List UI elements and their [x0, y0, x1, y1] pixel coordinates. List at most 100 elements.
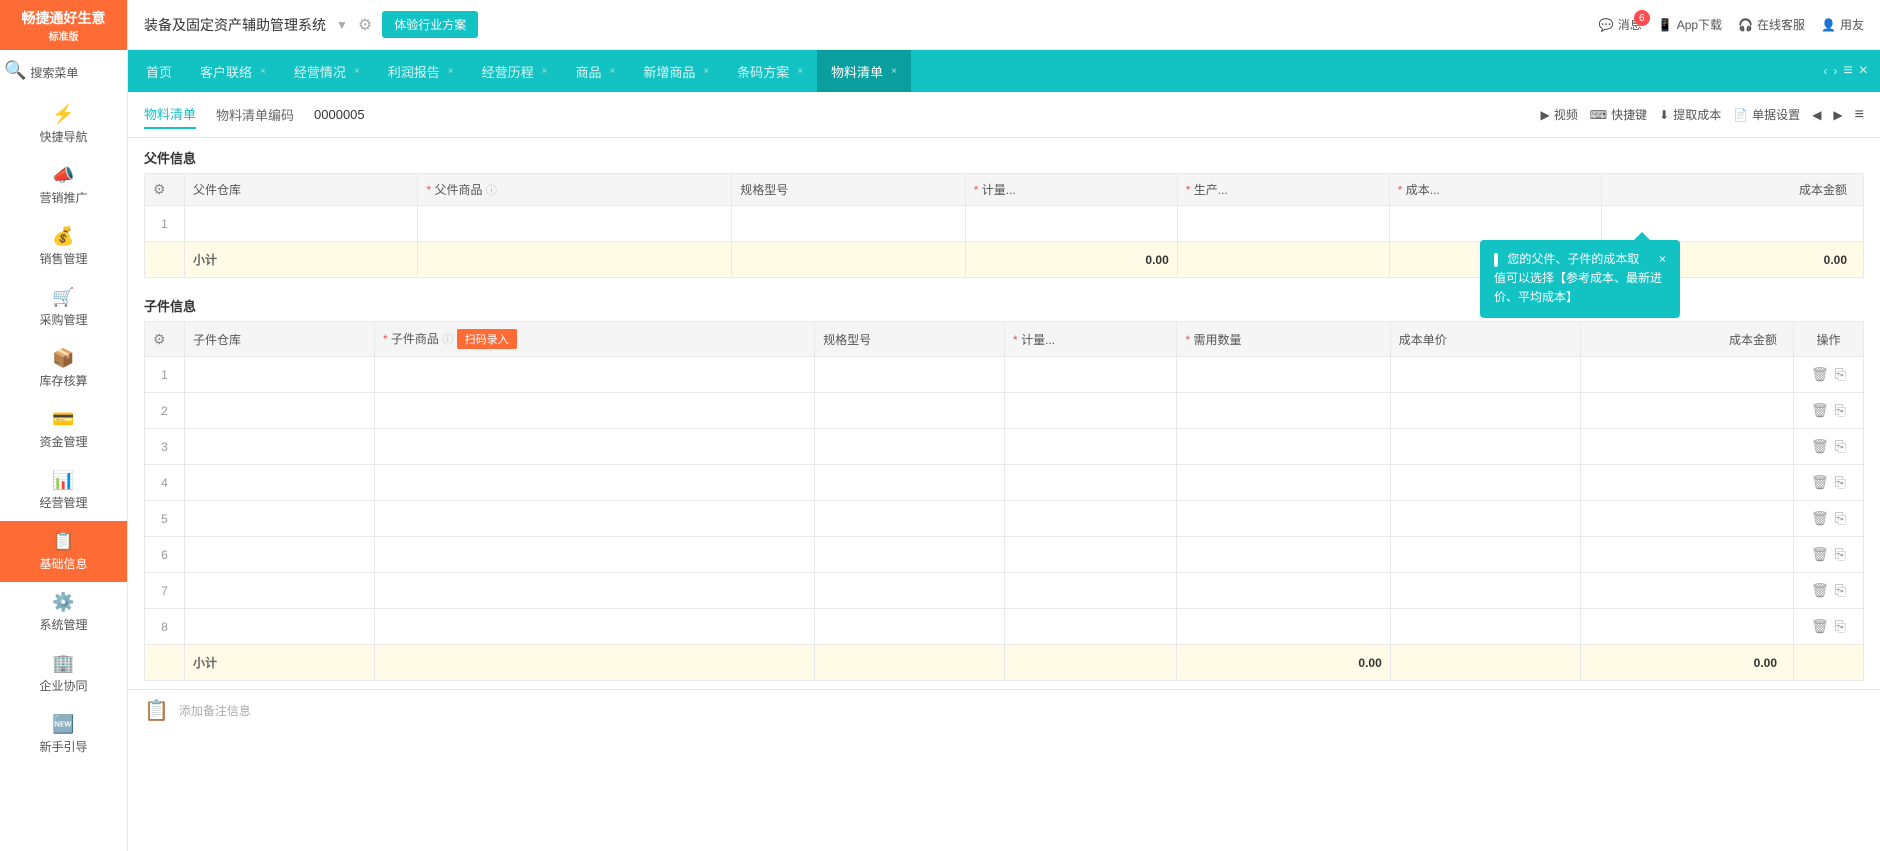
sidebar-item-quick-nav[interactable]: ⚡ 快捷导航	[0, 94, 127, 155]
child-unit-price-2[interactable]	[1390, 393, 1580, 429]
copy-icon-4[interactable]: ⎘	[1835, 474, 1846, 491]
child-unit-5[interactable]	[1005, 501, 1177, 537]
next-tab-icon[interactable]: ›	[1833, 64, 1837, 78]
child-warehouse-2[interactable]	[185, 393, 375, 429]
child-qty-1[interactable]	[1177, 357, 1390, 393]
copy-icon-5[interactable]: ⎘	[1835, 510, 1846, 527]
copy-icon-8[interactable]: ⎘	[1835, 618, 1846, 635]
copy-icon-1[interactable]: ⎘	[1835, 366, 1846, 383]
child-qty-6[interactable]	[1177, 537, 1390, 573]
child-qty-3[interactable]	[1177, 429, 1390, 465]
child-goods-3[interactable]	[374, 429, 814, 465]
delete-icon-1[interactable]: 🗑	[1811, 366, 1829, 383]
child-unit-3[interactable]	[1005, 429, 1177, 465]
child-spec-6[interactable]	[815, 537, 1005, 573]
child-unit-7[interactable]	[1005, 573, 1177, 609]
tab-goods-close[interactable]: ×	[609, 66, 615, 77]
sidebar-item-guide[interactable]: 🆕 新手引导	[0, 704, 127, 765]
child-warehouse-8[interactable]	[185, 609, 375, 645]
child-goods-7[interactable]	[374, 573, 814, 609]
delete-icon-5[interactable]: 🗑	[1811, 510, 1829, 527]
sidebar-item-sales[interactable]: 💰 销售管理	[0, 216, 127, 277]
tab-bom-close[interactable]: ×	[891, 66, 897, 77]
close-window-icon[interactable]: ×	[1859, 62, 1868, 80]
extract-cost-action[interactable]: ⬇ 提取成本	[1659, 106, 1721, 123]
tab-home[interactable]: 首页	[132, 50, 186, 92]
sub-tab-bom-code[interactable]: 物料清单编码	[216, 101, 294, 128]
tab-barcode-close[interactable]: ×	[797, 66, 803, 77]
close-all-tabs-icon[interactable]: ≡	[1843, 62, 1852, 80]
child-unit-8[interactable]	[1005, 609, 1177, 645]
sub-tab-bom[interactable]: 物料清单	[144, 100, 196, 129]
child-unit-price-6[interactable]	[1390, 537, 1580, 573]
delete-icon-7[interactable]: 🗑	[1811, 582, 1829, 599]
tab-history-close[interactable]: ×	[542, 66, 548, 77]
tab-profit-close[interactable]: ×	[448, 66, 454, 77]
tab-customer-close[interactable]: ×	[260, 66, 266, 77]
prev-tab-icon[interactable]: ‹	[1823, 64, 1827, 78]
sidebar-item-operations[interactable]: 📊 经营管理	[0, 460, 127, 521]
child-unit-price-8[interactable]	[1390, 609, 1580, 645]
child-qty-2[interactable]	[1177, 393, 1390, 429]
child-goods-1[interactable]	[374, 357, 814, 393]
parent-warehouse-1[interactable]	[185, 206, 418, 242]
th-parent-settings[interactable]: ⚙	[145, 174, 185, 206]
th-child-settings[interactable]: ⚙	[145, 322, 185, 357]
delete-icon-3[interactable]: 🗑	[1811, 438, 1829, 455]
tab-new-goods[interactable]: 新增商品 ×	[629, 50, 723, 92]
child-warehouse-6[interactable]	[185, 537, 375, 573]
shortcut-action[interactable]: ⌨ 快捷键	[1590, 106, 1647, 123]
child-warehouse-7[interactable]	[185, 573, 375, 609]
user-item[interactable]: 👤 用友	[1821, 16, 1864, 33]
tab-profit[interactable]: 利润报告 ×	[374, 50, 468, 92]
child-spec-1[interactable]	[815, 357, 1005, 393]
copy-icon-6[interactable]: ⎘	[1835, 546, 1846, 563]
view-action[interactable]: ▶ 视频	[1541, 106, 1578, 123]
tab-new-goods-close[interactable]: ×	[703, 66, 709, 77]
sidebar-item-finance[interactable]: 💳 资金管理	[0, 399, 127, 460]
child-goods-5[interactable]	[374, 501, 814, 537]
message-item[interactable]: 💬 6 消息	[1599, 16, 1642, 33]
tab-history[interactable]: 经营历程 ×	[468, 50, 562, 92]
settings-icon[interactable]: ⚙	[358, 15, 372, 35]
tab-goods[interactable]: 商品 ×	[561, 50, 629, 92]
parent-unit-1[interactable]	[965, 206, 1177, 242]
delete-icon-4[interactable]: 🗑	[1811, 474, 1829, 491]
tab-bom[interactable]: 物料清单 ×	[817, 50, 911, 92]
child-spec-8[interactable]	[815, 609, 1005, 645]
gear-icon[interactable]: ⚙	[153, 181, 166, 197]
sidebar-item-purchase[interactable]: 🛒 采购管理	[0, 277, 127, 338]
child-spec-2[interactable]	[815, 393, 1005, 429]
list-view-icon[interactable]: ≡	[1855, 106, 1864, 124]
parent-cost-1[interactable]	[1389, 206, 1601, 242]
child-spec-7[interactable]	[815, 573, 1005, 609]
child-unit-price-5[interactable]	[1390, 501, 1580, 537]
child-unit-price-3[interactable]	[1390, 429, 1580, 465]
delete-icon-2[interactable]: 🗑	[1811, 402, 1829, 419]
parent-spec-1[interactable]	[732, 206, 965, 242]
child-unit-price-7[interactable]	[1390, 573, 1580, 609]
dropdown-icon[interactable]: ▼	[336, 18, 348, 32]
single-settings-action[interactable]: 📄 单据设置	[1733, 106, 1800, 123]
child-goods-6[interactable]	[374, 537, 814, 573]
sidebar-item-system[interactable]: ⚙️ 系统管理	[0, 582, 127, 643]
nav-left-icon[interactable]: ◀	[1812, 108, 1821, 122]
copy-icon-2[interactable]: ⎘	[1835, 402, 1846, 419]
copy-icon-7[interactable]: ⎘	[1835, 582, 1846, 599]
child-warehouse-1[interactable]	[185, 357, 375, 393]
tab-operations-close[interactable]: ×	[354, 66, 360, 77]
child-goods-4[interactable]	[374, 465, 814, 501]
child-qty-8[interactable]	[1177, 609, 1390, 645]
child-unit-1[interactable]	[1005, 357, 1177, 393]
child-spec-5[interactable]	[815, 501, 1005, 537]
child-qty-5[interactable]	[1177, 501, 1390, 537]
child-qty-7[interactable]	[1177, 573, 1390, 609]
sidebar-item-basic[interactable]: 📋 基础信息	[0, 521, 127, 582]
child-goods-2[interactable]	[374, 393, 814, 429]
tab-operations[interactable]: 经营情况 ×	[280, 50, 374, 92]
parent-goods-1[interactable]	[418, 206, 732, 242]
child-goods-8[interactable]	[374, 609, 814, 645]
child-unit-2[interactable]	[1005, 393, 1177, 429]
child-spec-4[interactable]	[815, 465, 1005, 501]
sidebar-item-enterprise[interactable]: 🏢 企业协同	[0, 643, 127, 704]
